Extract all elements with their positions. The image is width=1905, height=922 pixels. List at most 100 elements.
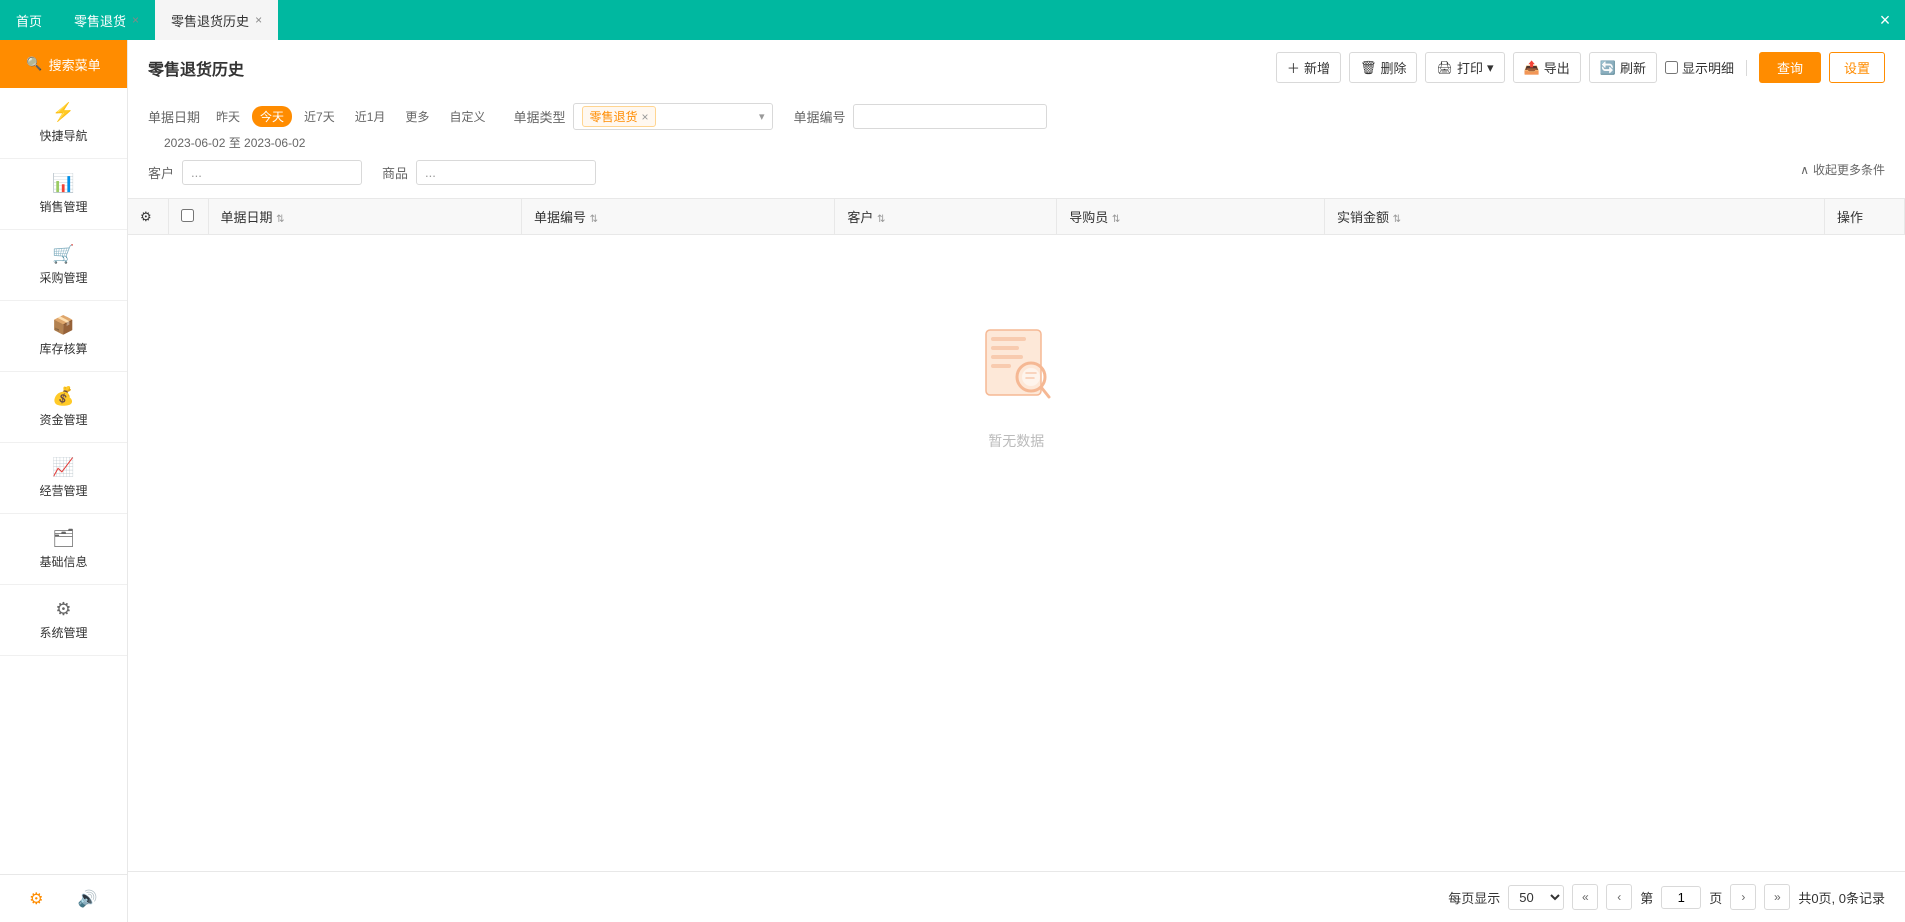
setting-button[interactable]: 设置 xyxy=(1829,52,1885,83)
search-icon: 🔍 xyxy=(26,56,42,72)
settings-bottom-icon[interactable]: ⚙ xyxy=(29,889,43,909)
delete-icon: 🗑 xyxy=(1360,60,1377,76)
page-unit: 页 xyxy=(1709,888,1722,907)
sidebar-item-sales-label: 销售管理 xyxy=(39,198,87,215)
collapse-up-icon: ∧ xyxy=(1800,163,1809,177)
sidebar-search-button[interactable]: 🔍 搜索菜单 xyxy=(0,40,127,88)
date-btn-custom[interactable]: 自定义 xyxy=(441,106,493,127)
th-ops-label: 操作 xyxy=(1837,210,1863,225)
sidebar-item-basic-info[interactable]: 🗂 基础信息 xyxy=(0,514,127,585)
total-info: 共0页, 0条记录 xyxy=(1798,888,1885,907)
th-checkbox xyxy=(168,199,208,235)
date-btn-1month[interactable]: 近1月 xyxy=(347,106,394,127)
sidebar-bottom: ⚙ 🔊 xyxy=(0,874,127,922)
show-detail-checkbox[interactable] xyxy=(1665,61,1678,74)
delete-label: 删除 xyxy=(1380,58,1406,77)
main-layout: 🔍 搜索菜单 ⚡ 快捷导航 📊 销售管理 🛒 采购管理 📦 库存核算 💰 xyxy=(0,40,1905,922)
date-btn-more[interactable]: 更多 xyxy=(397,106,437,127)
table-header-row: ⚙ 单据日期 ⇅ 单据编号 ⇅ xyxy=(128,199,1905,235)
export-button[interactable]: 📤 导出 xyxy=(1513,52,1581,83)
doc-type-tag-close[interactable]: × xyxy=(641,110,648,124)
tab-list: 首页 零售退货 × 零售退货历史 × xyxy=(0,0,1865,40)
tab-home-label: 首页 xyxy=(16,11,42,30)
filter-row-1: 单据日期 昨天 今天 近7天 近1月 更多 自定义 单据类型 xyxy=(148,103,1885,130)
finance-icon: 💰 xyxy=(52,386,74,407)
sidebar-item-sales[interactable]: 📊 销售管理 xyxy=(0,159,127,230)
th-doc-date[interactable]: 单据日期 ⇅ xyxy=(208,199,521,235)
date-btn-today[interactable]: 今天 xyxy=(252,106,292,127)
page-actions: ＋ 新增 🗑 删除 🖨 打印 ▾ 📤 导出 xyxy=(1276,52,1885,83)
date-range-display: 2023-06-02 至 2023-06-02 xyxy=(164,136,305,150)
tab-retail-return-close[interactable]: × xyxy=(132,13,139,27)
last-page-button[interactable]: » xyxy=(1764,884,1790,910)
first-page-button[interactable]: « xyxy=(1572,884,1598,910)
tab-retail-return-history-label: 零售退货历史 xyxy=(171,11,249,30)
customer-label: 客户 xyxy=(148,163,174,182)
sidebar-item-finance[interactable]: 💰 资金管理 xyxy=(0,372,127,443)
doc-type-select[interactable]: 零售退货 × ▾ xyxy=(573,103,773,130)
page-size-label: 每页显示 xyxy=(1448,888,1500,907)
next-page-button[interactable]: › xyxy=(1730,884,1756,910)
sidebar-item-quick-nav-label: 快捷导航 xyxy=(39,127,87,144)
empty-illustration xyxy=(966,315,1066,415)
column-settings-icon[interactable]: ⚙ xyxy=(140,209,152,224)
top-bar: 首页 零售退货 × 零售退货历史 × × xyxy=(0,0,1905,40)
export-label: 导出 xyxy=(1544,58,1570,77)
sales-icon: 📊 xyxy=(52,173,74,194)
th-guide[interactable]: 导购员 ⇅ xyxy=(1057,199,1325,235)
th-settings[interactable]: ⚙ xyxy=(128,199,168,235)
page-number-input[interactable] xyxy=(1661,886,1701,909)
th-amount[interactable]: 实销金额 ⇅ xyxy=(1325,199,1825,235)
prev-page-button[interactable]: ‹ xyxy=(1606,884,1632,910)
sidebar-item-system[interactable]: ⚙ 系统管理 xyxy=(0,585,127,656)
query-button[interactable]: 查询 xyxy=(1759,52,1821,83)
empty-text: 暂无数据 xyxy=(988,431,1044,451)
sidebar-item-quick-nav[interactable]: ⚡ 快捷导航 xyxy=(0,88,127,159)
new-icon: ＋ xyxy=(1287,58,1300,77)
sidebar-item-purchase[interactable]: 🛒 采购管理 xyxy=(0,230,127,301)
select-all-checkbox[interactable] xyxy=(181,209,194,222)
new-label: 新增 xyxy=(1304,58,1330,77)
page-title: 零售退货历史 xyxy=(148,56,244,80)
page-label: 第 xyxy=(1640,888,1653,907)
sidebar-item-inventory[interactable]: 📦 库存核算 xyxy=(0,301,127,372)
inventory-icon: 📦 xyxy=(52,315,74,336)
new-button[interactable]: ＋ 新增 xyxy=(1276,52,1341,83)
window-close-button[interactable]: × xyxy=(1865,0,1905,40)
table-container: ⚙ 单据日期 ⇅ 单据编号 ⇅ xyxy=(128,199,1905,871)
show-detail-checkbox-label[interactable]: 显示明细 xyxy=(1665,58,1734,77)
date-filter-label: 单据日期 xyxy=(148,107,200,126)
filter-row-2: 客户 ... 商品 ... ∧ 收起 xyxy=(148,157,1885,188)
goods-filter-item: 商品 ... xyxy=(382,160,596,185)
customer-placeholder: ... xyxy=(191,165,202,180)
doc-no-input[interactable] xyxy=(853,104,1047,129)
date-btn-yesterday[interactable]: 昨天 xyxy=(208,106,248,127)
audio-bottom-icon[interactable]: 🔊 xyxy=(78,889,98,909)
date-filter-item: 单据日期 昨天 今天 近7天 近1月 更多 自定义 xyxy=(148,106,493,127)
page-size-select[interactable]: 20 50 100 xyxy=(1508,885,1564,910)
customer-input[interactable]: ... xyxy=(182,160,362,185)
th-doc-date-label: 单据日期 xyxy=(221,210,273,225)
goods-input[interactable]: ... xyxy=(416,160,596,185)
refresh-icon: 🔄 xyxy=(1600,60,1616,76)
date-btn-7days[interactable]: 近7天 xyxy=(296,106,343,127)
refresh-button[interactable]: 🔄 刷新 xyxy=(1589,52,1657,83)
page-header: 零售退货历史 ＋ 新增 🗑 删除 🖨 打印 ▾ xyxy=(128,40,1905,199)
print-button[interactable]: 🖨 打印 ▾ xyxy=(1425,52,1504,83)
empty-row: 暂无数据 xyxy=(128,235,1905,532)
delete-button[interactable]: 🗑 删除 xyxy=(1349,52,1418,83)
doc-type-tag: 零售退货 × xyxy=(582,106,655,127)
tab-retail-return-history-close[interactable]: × xyxy=(255,13,262,27)
sidebar-item-purchase-label: 采购管理 xyxy=(39,269,87,286)
goods-label: 商品 xyxy=(382,163,408,182)
th-customer[interactable]: 客户 ⇅ xyxy=(835,199,1057,235)
basic-info-icon: 🗂 xyxy=(52,528,75,549)
tab-retail-return-history[interactable]: 零售退货历史 × xyxy=(155,0,278,40)
collapse-button[interactable]: ∧ 收起更多条件 xyxy=(1800,157,1885,188)
th-doc-no-label: 单据编号 xyxy=(534,210,586,225)
tab-home[interactable]: 首页 xyxy=(0,0,58,40)
doc-no-label: 单据编号 xyxy=(793,107,845,126)
th-doc-no[interactable]: 单据编号 ⇅ xyxy=(521,199,834,235)
sidebar-item-operations[interactable]: 📈 经营管理 xyxy=(0,443,127,514)
tab-retail-return[interactable]: 零售退货 × xyxy=(58,0,155,40)
